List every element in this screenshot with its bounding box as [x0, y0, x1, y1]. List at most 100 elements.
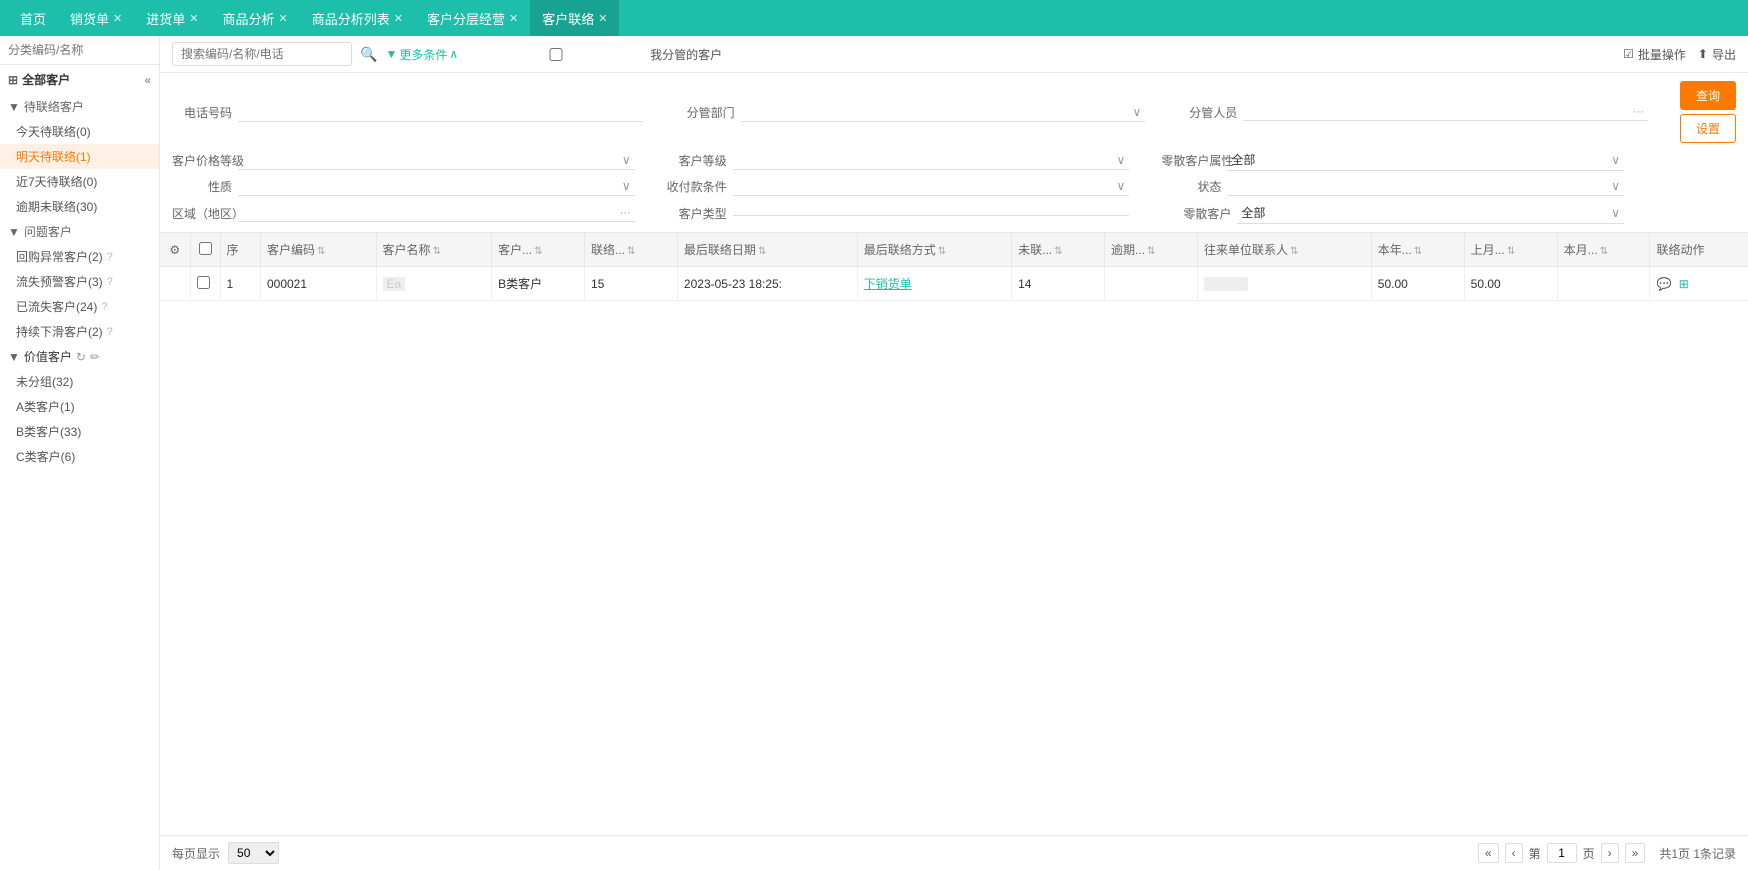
nav-close-product-analysis-list[interactable]: ✕: [394, 12, 403, 25]
td-row-checkbox: [190, 267, 220, 301]
sidebar-item-unclassified[interactable]: 未分组(32): [0, 369, 159, 394]
sidebar-pending-group-title[interactable]: ▼ 待联络客户: [0, 94, 159, 119]
th-company-contact[interactable]: 往来单位联系人⇅: [1197, 233, 1371, 267]
sidebar-item-class-b[interactable]: B类客户(33): [0, 419, 159, 444]
nav-close-sales-order[interactable]: ✕: [113, 12, 122, 25]
td-contacts: 15: [585, 267, 678, 301]
th-code[interactable]: 客户编码⇅: [260, 233, 376, 267]
sidebar-item-tomorrow-pending[interactable]: 明天待联络(1): [0, 144, 159, 169]
price-level-select[interactable]: ∨: [238, 151, 635, 170]
per-page-select[interactable]: 50 10 20 100: [228, 842, 279, 864]
last-page-button[interactable]: »: [1625, 843, 1646, 863]
sidebar-item-churn-warning[interactable]: 流失预警客户(3) ?: [0, 269, 159, 294]
retail-attr-select[interactable]: 全部 ∨: [1227, 149, 1624, 171]
batch-action-button[interactable]: ☑ 批量操作: [1623, 46, 1686, 63]
region-select[interactable]: ···: [238, 205, 635, 222]
nav-home[interactable]: 首页: [8, 0, 58, 36]
phone-input[interactable]: [238, 103, 643, 122]
value-edit-icon[interactable]: ✏: [90, 350, 100, 364]
export-button[interactable]: ⬆ 导出: [1698, 46, 1736, 63]
td-name: Ea: [376, 267, 492, 301]
sidebar-item-today-pending[interactable]: 今天待联络(0): [0, 119, 159, 144]
payment-select[interactable]: ∨: [733, 177, 1130, 196]
th-last-month[interactable]: 上月...⇅: [1464, 233, 1557, 267]
table-header-row: ⚙ 序 客户编码⇅ 客户名称⇅ 客户...⇅ 联络...⇅ 最后联络日期⇅ 最后…: [160, 233, 1748, 267]
person-select[interactable]: ···: [1243, 104, 1648, 121]
dept-select[interactable]: ∨: [741, 103, 1146, 122]
row-checkbox-1[interactable]: [197, 276, 210, 289]
sidebar-item-churned[interactable]: 已流失客户(24) ?: [0, 294, 159, 319]
th-last-method[interactable]: 最后联络方式⇅: [857, 233, 1011, 267]
retail-customer-select[interactable]: 全部 ∨: [1237, 202, 1624, 224]
help-icon-1[interactable]: ?: [107, 276, 113, 288]
sidebar-value-group-title[interactable]: ▼ 价值客户 ↻ ✏: [0, 344, 159, 369]
filter-customer-type-field: 客户类型: [667, 205, 1130, 222]
select-all-checkbox[interactable]: [199, 242, 212, 255]
first-page-button[interactable]: «: [1478, 843, 1499, 863]
customer-type-select[interactable]: [733, 211, 1130, 216]
dept-caret-icon: ∨: [1133, 105, 1142, 119]
page-input[interactable]: [1547, 843, 1577, 863]
th-name[interactable]: 客户名称⇅: [376, 233, 492, 267]
search-input[interactable]: [172, 42, 352, 66]
nav-close-customer-segment[interactable]: ✕: [509, 12, 518, 25]
td-action: 💬 ⊞: [1650, 267, 1748, 301]
nav-purchase-order[interactable]: 进货单 ✕: [134, 0, 210, 36]
th-this-year[interactable]: 本年...⇅: [1371, 233, 1464, 267]
sidebar-search-input[interactable]: [8, 43, 160, 57]
customer-level-select[interactable]: ∨: [733, 151, 1130, 170]
sidebar-all-customers[interactable]: ⊞ 全部客户 «: [0, 65, 159, 94]
nav-sales-order[interactable]: 销货单 ✕: [58, 0, 134, 36]
th-no-contact[interactable]: 未联...⇅: [1012, 233, 1105, 267]
retail-customer-caret: ∨: [1611, 206, 1620, 220]
help-icon-0[interactable]: ?: [107, 251, 113, 263]
reset-button[interactable]: 设置: [1680, 114, 1736, 143]
status-select[interactable]: ∨: [1227, 177, 1624, 196]
sidebar-item-class-a[interactable]: A类客户(1): [0, 394, 159, 419]
th-overdue[interactable]: 逾期...⇅: [1105, 233, 1198, 267]
retail-attr-label: 零散客户属性: [1161, 152, 1221, 169]
more-filter-button[interactable]: ▼ 更多条件 ∧: [385, 46, 458, 63]
th-settings[interactable]: ⚙: [160, 233, 190, 267]
last-method-link[interactable]: 下销货单: [864, 277, 912, 291]
th-type[interactable]: 客户...⇅: [492, 233, 585, 267]
retail-attr-caret: ∨: [1611, 153, 1620, 167]
help-icon-3[interactable]: ?: [107, 326, 113, 338]
nav-product-analysis-list[interactable]: 商品分析列表 ✕: [300, 0, 415, 36]
help-icon-2[interactable]: ?: [101, 301, 107, 313]
th-last-date[interactable]: 最后联络日期⇅: [677, 233, 857, 267]
th-this-month[interactable]: 本月...⇅: [1557, 233, 1650, 267]
payment-label: 收付款条件: [667, 178, 727, 195]
search-button[interactable]: 🔍: [360, 46, 377, 63]
sidebar-item-repurchase-abnormal[interactable]: 回购异常客户(2) ?: [0, 244, 159, 269]
my-customer-checkbox[interactable]: [466, 48, 646, 61]
filter-row-4: 区域（地区） ··· 客户类型 零散客户 全部 ∨: [172, 202, 1736, 224]
more-action-icon[interactable]: ⊞: [1679, 277, 1689, 291]
sidebar-item-declining[interactable]: 持续下滑客户(2) ?: [0, 319, 159, 344]
prev-page-button[interactable]: ‹: [1505, 843, 1523, 863]
nav-customer-contact[interactable]: 客户联络 ✕: [530, 0, 619, 36]
td-index: 1: [220, 267, 260, 301]
sidebar-item-overdue[interactable]: 逾期未联络(30): [0, 194, 159, 219]
contact-action-icon[interactable]: 💬: [1656, 277, 1671, 291]
th-checkbox[interactable]: [190, 233, 220, 267]
nav-close-product-analysis[interactable]: ✕: [279, 12, 288, 25]
sidebar-problem-group-title[interactable]: ▼ 问题客户: [0, 219, 159, 244]
sidebar-item-7day-pending[interactable]: 近7天待联络(0): [0, 169, 159, 194]
filter-retail-attr-field: 零散客户属性 全部 ∨: [1161, 149, 1624, 171]
next-page-button[interactable]: ›: [1601, 843, 1619, 863]
price-level-label: 客户价格等级: [172, 152, 232, 169]
th-contacts[interactable]: 联络...⇅: [585, 233, 678, 267]
sidebar-item-class-c[interactable]: C类客户(6): [0, 444, 159, 469]
per-page-label: 每页显示: [172, 845, 220, 862]
value-refresh-icon[interactable]: ↻: [76, 350, 86, 364]
retail-attr-value: 全部: [1231, 151, 1255, 168]
grid-icon: ⊞: [8, 73, 18, 87]
nav-close-purchase-order[interactable]: ✕: [189, 12, 198, 25]
query-button[interactable]: 查询: [1680, 81, 1736, 110]
nav-customer-segment[interactable]: 客户分层经营 ✕: [415, 0, 530, 36]
gender-select[interactable]: ∨: [238, 177, 635, 196]
filter-row-1: 电话号码 分管部门 ∨ 分管人员 ···: [172, 81, 1736, 143]
nav-close-customer-contact[interactable]: ✕: [598, 12, 607, 25]
nav-product-analysis[interactable]: 商品分析 ✕: [210, 0, 299, 36]
